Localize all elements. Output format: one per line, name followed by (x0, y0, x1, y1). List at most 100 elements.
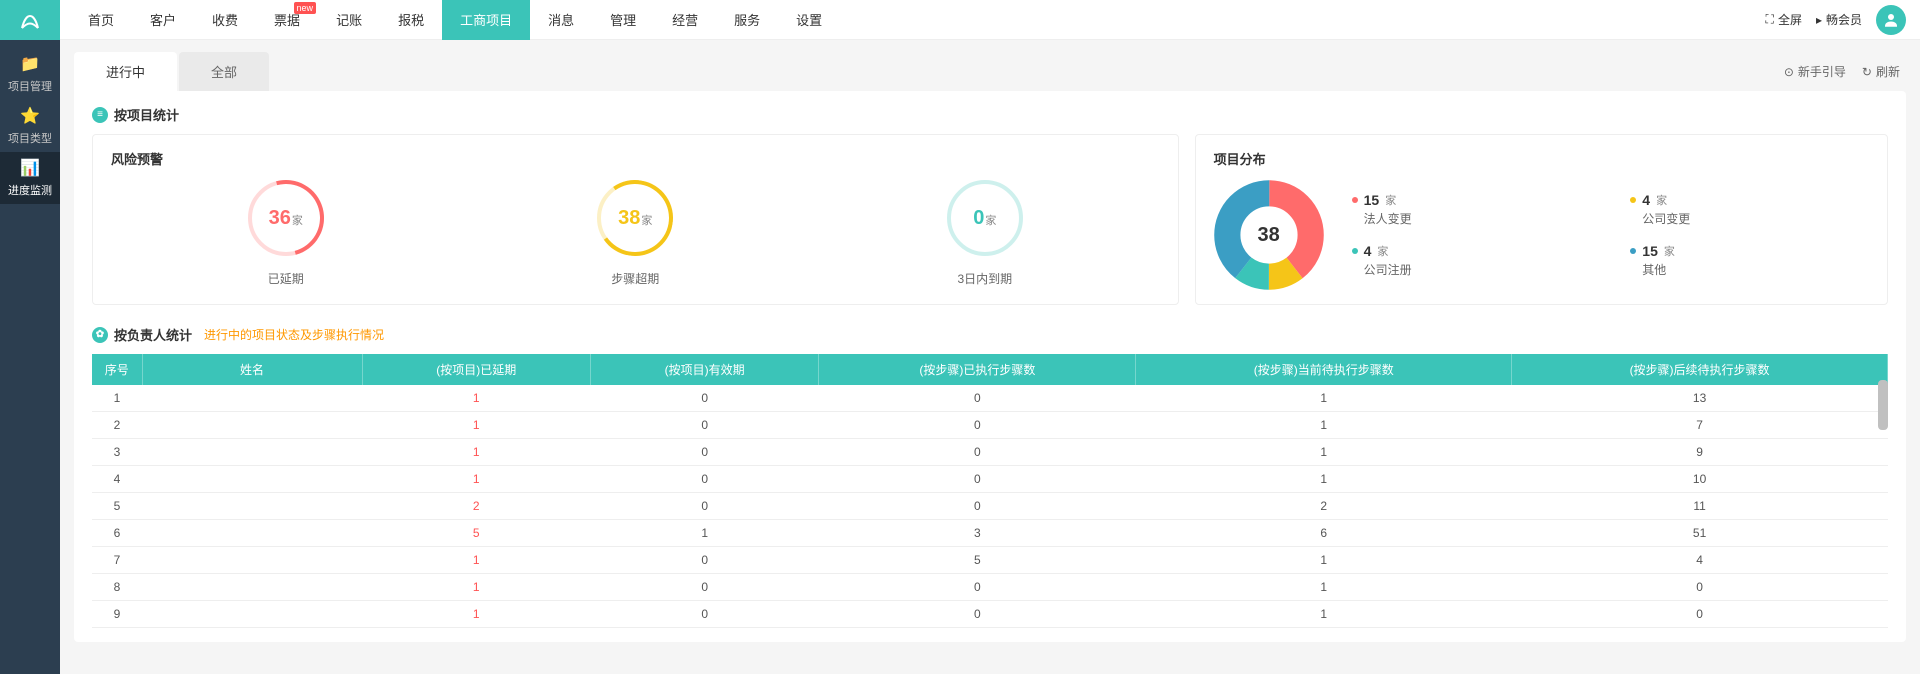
topbar: 首页客户收费票据new记账报税工商项目消息管理经营服务设置 ⛶ 全屏 ▸ 畅会员 (0, 0, 1920, 40)
table-header[interactable]: (按项目)有效期 (590, 354, 818, 385)
topnav-item-9[interactable]: 经营 (654, 0, 716, 40)
legend-unit: 家 (1656, 192, 1667, 208)
table-row[interactable]: 710514 (92, 547, 1888, 574)
topnav-item-0[interactable]: 首页 (70, 0, 132, 40)
tabs-actions: ⊙ 新手引导 ↻ 刷新 (1784, 63, 1906, 80)
topnav-item-1[interactable]: 客户 (132, 0, 194, 40)
table-header[interactable]: (按步骤)当前待执行步骤数 (1136, 354, 1512, 385)
legend-num: 4 (1364, 243, 1372, 259)
section-project-stats-title: ≡ 按项目统计 (92, 105, 1888, 124)
legend-item[interactable]: 4家公司注册 (1352, 243, 1591, 278)
table-row[interactable]: 810010 (92, 574, 1888, 601)
legend-num: 15 (1642, 243, 1658, 259)
topnav-item-8[interactable]: 管理 (592, 0, 654, 40)
risk-item[interactable]: 36家已延期 (248, 180, 324, 287)
table-header[interactable]: 序号 (92, 354, 142, 385)
panel: ≡ 按项目统计 风险预警 36家已延期38家步骤超期0家3日内到期 项目分布 3… (74, 91, 1906, 642)
legend-dot (1630, 197, 1636, 203)
legend-label: 公司注册 (1364, 261, 1591, 278)
section2-subtitle: 进行中的项目状态及步骤执行情况 (204, 326, 384, 343)
risk-circle: 38家 (597, 180, 673, 256)
avatar[interactable] (1876, 5, 1906, 35)
section2-title-text: 按负责人统计 (114, 325, 192, 344)
scrollbar[interactable] (1878, 380, 1888, 430)
owner-icon: ✿ (92, 327, 108, 343)
risk-title: 风险预警 (111, 149, 1160, 168)
risk-circles: 36家已延期 38家步骤超期 0家 3日内到期 (111, 180, 1160, 287)
topnav-item-10[interactable]: 服务 (716, 0, 778, 40)
legend-label: 公司变更 (1642, 210, 1869, 227)
risk-item[interactable]: 38家步骤超期 (597, 180, 673, 287)
table-header[interactable]: (按项目)已延期 (362, 354, 590, 385)
tab-0[interactable]: 进行中 (74, 52, 177, 91)
legend-item[interactable]: 15家法人变更 (1352, 192, 1591, 227)
sidebar-icon: 📊 (20, 158, 40, 178)
topnav: 首页客户收费票据new记账报税工商项目消息管理经营服务设置 (70, 0, 840, 39)
sidebar-item-1[interactable]: ⭐ 项目类型 (0, 100, 60, 152)
stats-row: 风险预警 36家已延期 38家步骤超期 0家 3日内到期 项目分布 38 15家法人变… (92, 134, 1888, 305)
legend-unit: 家 (1377, 243, 1388, 259)
fullscreen-label: 全屏 (1778, 11, 1802, 28)
sidebar-label: 项目管理 (8, 78, 52, 94)
sidebar-icon: ⭐ (20, 106, 40, 126)
legend-item[interactable]: 15 家其他 (1630, 243, 1869, 278)
refresh-icon: ↻ (1862, 65, 1872, 79)
main-content: 进行中全部 ⊙ 新手引导 ↻ 刷新 ≡ 按项目统计 风险预警 3 (60, 40, 1920, 674)
member-label: 畅会员 (1826, 11, 1862, 28)
topbar-right: ⛶ 全屏 ▸ 畅会员 (1766, 5, 1920, 35)
topnav-item-2[interactable]: 收费 (194, 0, 256, 40)
topnav-item-3[interactable]: 票据new (256, 0, 318, 40)
table-row[interactable]: 910010 (92, 601, 1888, 628)
table-row[interactable]: 4100110 (92, 466, 1888, 493)
table-header[interactable]: 姓名 (142, 354, 362, 385)
tab-1[interactable]: 全部 (179, 52, 269, 91)
tabs-row: 进行中全部 ⊙ 新手引导 ↻ 刷新 (74, 52, 1906, 91)
new-badge: new (294, 2, 317, 14)
risk-card: 风险预警 36家已延期 38家步骤超期 0家 3日内到期 (92, 134, 1179, 305)
member-button[interactable]: ▸ 畅会员 (1816, 11, 1862, 28)
table-row[interactable]: 1100113 (92, 385, 1888, 412)
risk-circle: 0家 (947, 180, 1023, 256)
donut-chart: 38 (1214, 180, 1324, 290)
fullscreen-button[interactable]: ⛶ 全屏 (1766, 11, 1802, 28)
logo[interactable] (0, 0, 60, 40)
sidebar-icon: 📁 (20, 54, 40, 74)
legend-dot (1630, 248, 1636, 254)
guide-button[interactable]: ⊙ 新手引导 (1784, 63, 1846, 80)
risk-label: 已延期 (268, 270, 304, 287)
guide-label: 新手引导 (1798, 63, 1846, 80)
fullscreen-icon: ⛶ (1766, 12, 1774, 27)
dist-title: 项目分布 (1214, 149, 1869, 168)
sidebar: 📁 项目管理 ⭐ 项目类型 📊 进度监测 (0, 40, 60, 674)
topnav-item-6[interactable]: 工商项目 (442, 0, 530, 40)
topnav-item-5[interactable]: 报税 (380, 0, 442, 40)
topnav-item-4[interactable]: 记账 (318, 0, 380, 40)
sidebar-item-2[interactable]: 📊 进度监测 (0, 152, 60, 204)
sidebar-label: 项目类型 (8, 130, 52, 146)
risk-label: 3日内到期 (957, 270, 1012, 287)
table-row[interactable]: 5200211 (92, 493, 1888, 520)
risk-circle: 36家 (248, 180, 324, 256)
table-row[interactable]: 310019 (92, 439, 1888, 466)
sidebar-label: 进度监测 (8, 182, 52, 198)
topnav-item-11[interactable]: 设置 (778, 0, 840, 40)
owner-table: 序号姓名(按项目)已延期(按项目)有效期(按步骤)已执行步骤数(按步骤)当前待执… (92, 354, 1888, 628)
risk-item[interactable]: 0家 3日内到期 (947, 180, 1023, 287)
distribution-card: 项目分布 38 15家法人变更4家公司变更4家公司注册15家其他 (1195, 134, 1888, 305)
table-header[interactable]: (按步骤)后续待执行步骤数 (1512, 354, 1888, 385)
topnav-item-7[interactable]: 消息 (530, 0, 592, 40)
legend-dot (1352, 248, 1358, 254)
table-header[interactable]: (按步骤)已执行步骤数 (819, 354, 1136, 385)
sidebar-item-0[interactable]: 📁 项目管理 (0, 48, 60, 100)
legend-label: 其他 (1642, 261, 1869, 278)
legend-item[interactable]: 4家公司变更 (1630, 192, 1869, 227)
play-icon: ▸ (1816, 13, 1822, 27)
distribution-content: 38 15家法人变更4家公司变更4家公司注册15家其他 (1214, 180, 1869, 290)
legend-dot (1352, 197, 1358, 203)
table-row[interactable]: 210017 (92, 412, 1888, 439)
legend-unit: 家 (1664, 243, 1675, 259)
refresh-button[interactable]: ↻ 刷新 (1862, 63, 1900, 80)
legend-num: 4 (1642, 192, 1650, 208)
risk-label: 步骤超期 (611, 270, 659, 287)
table-row[interactable]: 6513651 (92, 520, 1888, 547)
